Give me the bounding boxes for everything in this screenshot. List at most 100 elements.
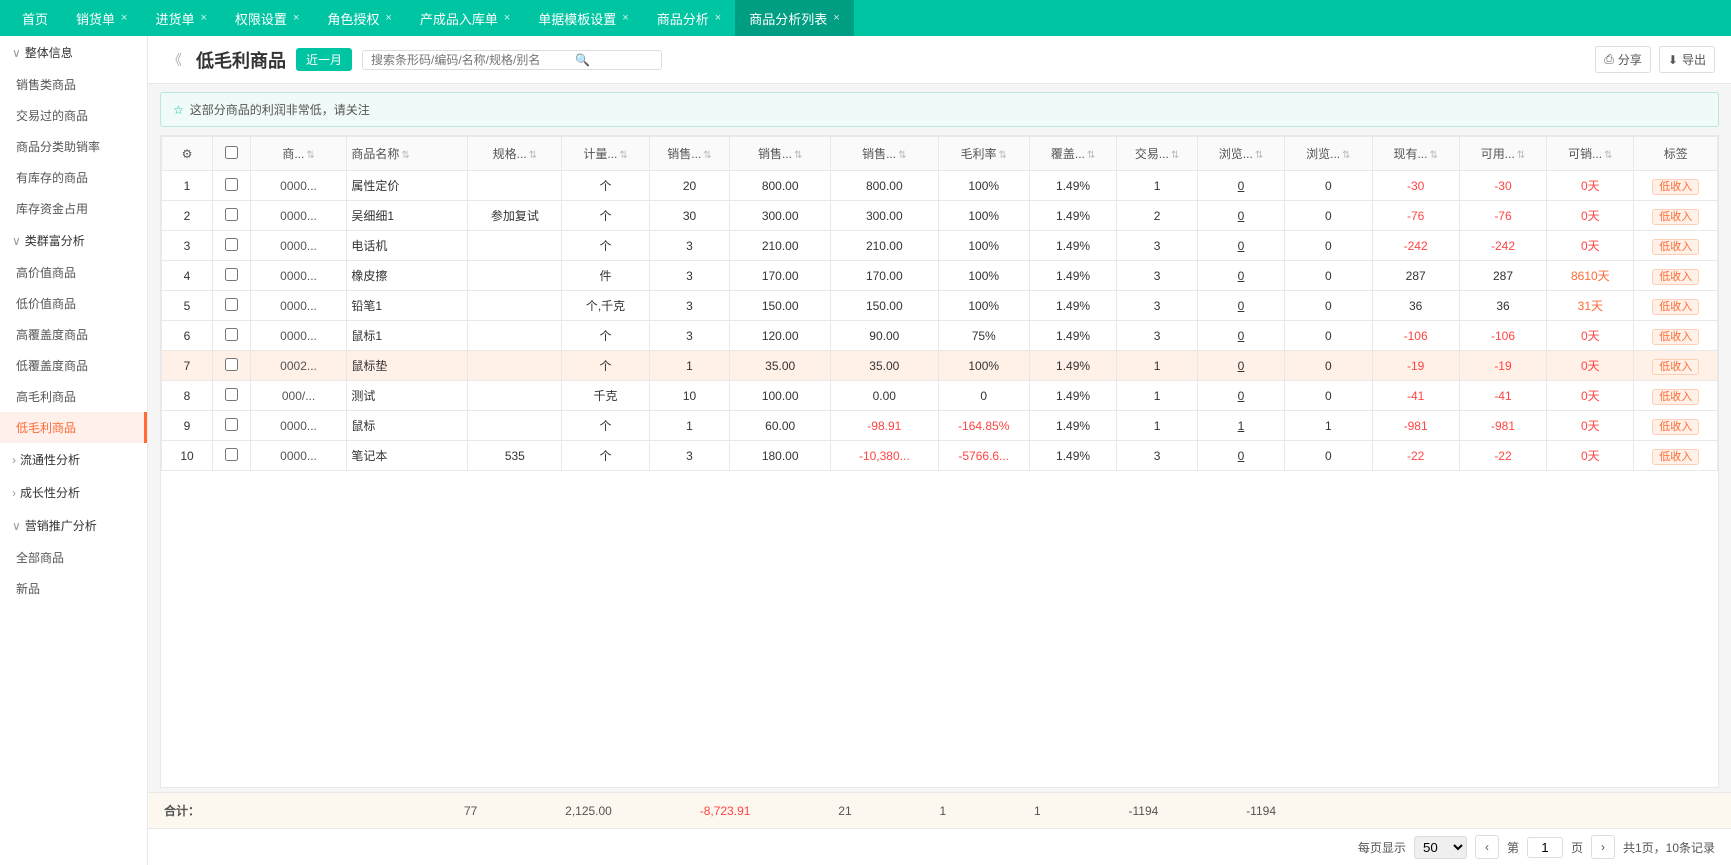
- browse1-link-9[interactable]: 1: [1238, 419, 1245, 433]
- cell-check-9[interactable]: [213, 411, 251, 441]
- sidebar-item-high-coverage[interactable]: 高覆盖度商品: [0, 319, 147, 350]
- col-gross-rate[interactable]: 毛利率⇅: [938, 137, 1029, 171]
- nav-product-analysis-close[interactable]: ×: [715, 12, 721, 24]
- next-page-button[interactable]: ›: [1591, 835, 1615, 859]
- cell-check-7[interactable]: [213, 351, 251, 381]
- cell-browse1-1[interactable]: 0: [1197, 171, 1284, 201]
- row-checkbox-5[interactable]: [225, 298, 238, 311]
- row-checkbox-3[interactable]: [225, 238, 238, 251]
- nav-sales-order[interactable]: 销货单 ×: [62, 0, 141, 36]
- cell-browse1-4[interactable]: 0: [1197, 261, 1284, 291]
- sidebar-item-all-products[interactable]: 全部商品: [0, 542, 147, 573]
- browse1-link-7[interactable]: 0: [1238, 359, 1245, 373]
- sidebar-item-traded-products[interactable]: 交易过的商品: [0, 100, 147, 131]
- nav-product-inbound-close[interactable]: ×: [504, 12, 510, 24]
- cell-browse1-8[interactable]: 0: [1197, 381, 1284, 411]
- select-all-checkbox[interactable]: [225, 146, 238, 159]
- sidebar-item-high-margin[interactable]: 高毛利商品: [0, 381, 147, 412]
- sidebar-group-circulation[interactable]: › 流通性分析: [0, 443, 147, 476]
- browse1-link-8[interactable]: 0: [1238, 389, 1245, 403]
- sidebar-item-in-stock-products[interactable]: 有库存的商品: [0, 162, 147, 193]
- sidebar-group-overall[interactable]: ∨ 整体信息: [0, 36, 147, 69]
- nav-permissions-close[interactable]: ×: [293, 12, 299, 24]
- cell-browse1-3[interactable]: 0: [1197, 231, 1284, 261]
- cell-check-4[interactable]: [213, 261, 251, 291]
- browse1-link-1[interactable]: 0: [1238, 179, 1245, 193]
- browse1-link-5[interactable]: 0: [1238, 299, 1245, 313]
- row-checkbox-6[interactable]: [225, 328, 238, 341]
- cell-check-2[interactable]: [213, 201, 251, 231]
- sidebar-group-marketing[interactable]: ∨ 营销推广分析: [0, 509, 147, 542]
- nav-product-inbound[interactable]: 产成品入库单 ×: [406, 0, 524, 36]
- cell-check-1[interactable]: [213, 171, 251, 201]
- nav-role-auth[interactable]: 角色授权 ×: [313, 0, 405, 36]
- sidebar-item-low-margin[interactable]: 低毛利商品: [0, 412, 147, 443]
- sidebar-item-sales-products[interactable]: 销售类商品: [0, 69, 147, 100]
- cell-name-1[interactable]: 属性定价: [347, 171, 468, 201]
- nav-product-analysis[interactable]: 商品分析 ×: [643, 0, 735, 36]
- sidebar-item-new-products[interactable]: 新品: [0, 573, 147, 604]
- col-available[interactable]: 可用...⇅: [1459, 137, 1546, 171]
- row-checkbox-10[interactable]: [225, 448, 238, 461]
- col-unit[interactable]: 计量...⇅: [562, 137, 649, 171]
- cell-name-4[interactable]: 橡皮擦: [347, 261, 468, 291]
- nav-template-settings[interactable]: 单据模板设置 ×: [524, 0, 642, 36]
- cell-name-10[interactable]: 笔记本: [347, 441, 468, 471]
- page-size-select[interactable]: 50 100 200: [1414, 836, 1467, 859]
- row-checkbox-4[interactable]: [225, 268, 238, 281]
- browse1-link-6[interactable]: 0: [1238, 329, 1245, 343]
- col-browse2[interactable]: 浏览...⇅: [1285, 137, 1372, 171]
- prev-page-button[interactable]: ‹: [1475, 835, 1499, 859]
- row-checkbox-8[interactable]: [225, 388, 238, 401]
- sidebar-item-stock-capital[interactable]: 库存资金占用: [0, 193, 147, 224]
- col-sales-price[interactable]: 销售...⇅: [730, 137, 831, 171]
- nav-template-settings-close[interactable]: ×: [622, 12, 628, 24]
- search-input[interactable]: [371, 53, 571, 67]
- sidebar-item-low-value[interactable]: 低价值商品: [0, 288, 147, 319]
- col-tag[interactable]: 标签: [1634, 137, 1718, 171]
- cell-browse1-6[interactable]: 0: [1197, 321, 1284, 351]
- sidebar-item-low-coverage[interactable]: 低覆盖度商品: [0, 350, 147, 381]
- col-cover[interactable]: 覆盖...⇅: [1029, 137, 1116, 171]
- cell-check-8[interactable]: [213, 381, 251, 411]
- col-checkbox-all[interactable]: [213, 137, 251, 171]
- cell-name-9[interactable]: 鼠标: [347, 411, 468, 441]
- row-checkbox-9[interactable]: [225, 418, 238, 431]
- cell-browse1-9[interactable]: 1: [1197, 411, 1284, 441]
- cell-browse1-10[interactable]: 0: [1197, 441, 1284, 471]
- cell-name-6[interactable]: 鼠标1: [347, 321, 468, 351]
- nav-role-auth-close[interactable]: ×: [385, 12, 391, 24]
- nav-home[interactable]: 首页: [8, 0, 62, 36]
- cell-name-8[interactable]: 测试: [347, 381, 468, 411]
- sidebar-item-category-sales-rate[interactable]: 商品分类助销率: [0, 131, 147, 162]
- cell-name-3[interactable]: 电话机: [347, 231, 468, 261]
- sidebar-group-growth[interactable]: › 成长性分析: [0, 476, 147, 509]
- page-number-input[interactable]: [1527, 837, 1563, 858]
- sidebar-group-cluster[interactable]: ∨ 类群富分析: [0, 224, 147, 257]
- col-browse1[interactable]: 浏览...⇅: [1197, 137, 1284, 171]
- browse1-link-2[interactable]: 0: [1238, 209, 1245, 223]
- col-code[interactable]: 商...⇅: [250, 137, 347, 171]
- nav-product-analysis-list-close[interactable]: ×: [833, 12, 839, 24]
- browse1-link-10[interactable]: 0: [1238, 449, 1245, 463]
- row-checkbox-1[interactable]: [225, 178, 238, 191]
- nav-sales-order-close[interactable]: ×: [121, 12, 127, 24]
- period-button[interactable]: 近一月: [296, 48, 352, 71]
- sidebar-collapse-btn[interactable]: 《: [164, 50, 186, 70]
- cell-browse1-5[interactable]: 0: [1197, 291, 1284, 321]
- col-setting[interactable]: ⚙: [162, 137, 213, 171]
- export-button[interactable]: ⬇ 导出: [1659, 46, 1715, 73]
- col-saleable[interactable]: 可销...⇅: [1547, 137, 1634, 171]
- browse1-link-4[interactable]: 0: [1238, 269, 1245, 283]
- cell-check-6[interactable]: [213, 321, 251, 351]
- cell-check-10[interactable]: [213, 441, 251, 471]
- row-checkbox-7[interactable]: [225, 358, 238, 371]
- col-spec[interactable]: 规格...⇅: [468, 137, 562, 171]
- col-name[interactable]: 商品名称⇅: [347, 137, 468, 171]
- cell-name-7[interactable]: 鼠标垫: [347, 351, 468, 381]
- nav-purchase-order[interactable]: 进货单 ×: [141, 0, 220, 36]
- cell-check-5[interactable]: [213, 291, 251, 321]
- nav-product-analysis-list[interactable]: 商品分析列表 ×: [735, 0, 853, 36]
- cell-browse1-2[interactable]: 0: [1197, 201, 1284, 231]
- share-button[interactable]: ⎙ 分享: [1595, 46, 1651, 73]
